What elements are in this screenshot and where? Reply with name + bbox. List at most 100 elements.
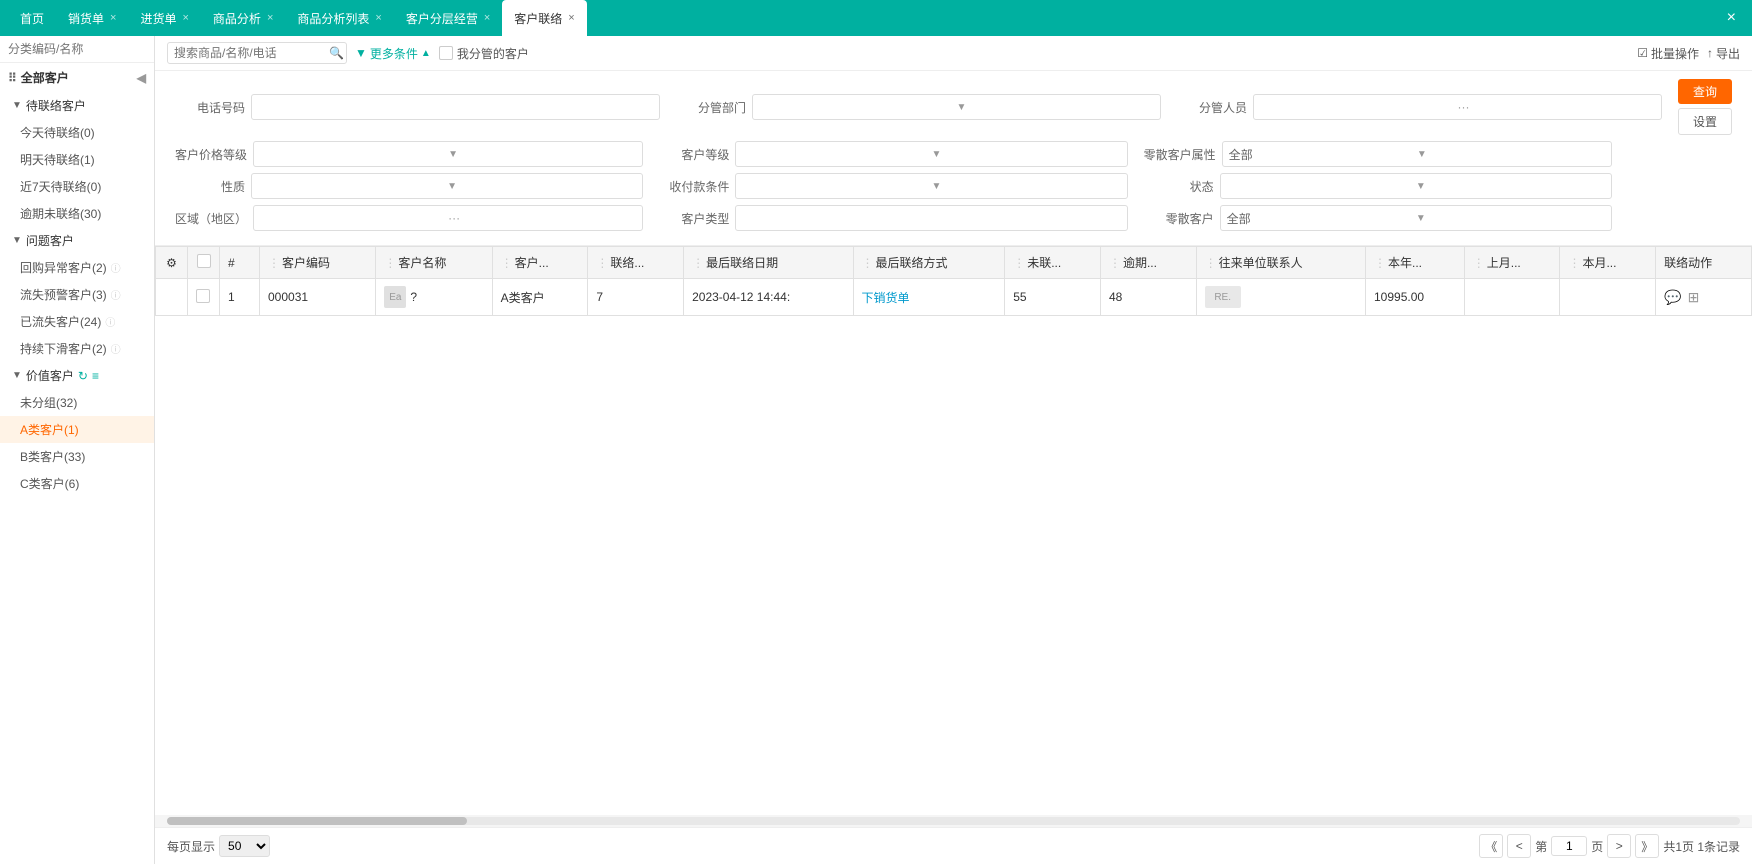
status-select[interactable]: ▼	[1220, 173, 1612, 199]
prev-page-button[interactable]: <	[1507, 834, 1531, 858]
sidebar-search-input[interactable]	[8, 42, 155, 56]
my-customers-checkbox[interactable]: 我分管的客户	[439, 45, 529, 62]
table-header-row: ⚙ # ⋮客户编码 ⋮客户名称 ⋮客户... ⋮联络... ⋮最后联络日期 ⋮最…	[156, 247, 1752, 279]
sidebar-item-churned[interactable]: 已流失客户(24) ⓘ	[0, 308, 154, 335]
close-purchase-order[interactable]: ×	[182, 12, 188, 24]
check-all-checkbox[interactable]	[197, 254, 211, 268]
all-customers-header[interactable]: ⠿ 全部客户 ◀	[0, 63, 154, 92]
close-customer-contact[interactable]: ×	[568, 12, 574, 24]
window-close-button[interactable]: ×	[1719, 9, 1744, 27]
next-page-button[interactable]: >	[1607, 834, 1631, 858]
query-button[interactable]: 查询	[1678, 79, 1732, 104]
col-settings[interactable]: ⚙	[156, 247, 188, 279]
person-dots-icon: ···	[1458, 100, 1656, 114]
page-number-input[interactable]	[1551, 836, 1587, 856]
row-current-month-cell	[1560, 279, 1656, 316]
my-customers-checkbox-box[interactable]	[439, 46, 453, 60]
batch-operations-button[interactable]: ☑ 批量操作	[1637, 45, 1699, 62]
nav-product-analysis-list[interactable]: 商品分析列表 ×	[285, 0, 393, 36]
col-current-month[interactable]: ⋮本月...	[1560, 247, 1656, 279]
value-group: ▼ 价值客户 ↻ ≡ 未分组(32) A类客户(1) B类客户(33) C类客户…	[0, 362, 154, 497]
row-checkbox[interactable]	[196, 289, 210, 303]
nav-home[interactable]: 首页	[8, 0, 56, 36]
nav-customer-contact[interactable]: 客户联络 ×	[502, 0, 586, 36]
col-last-contact-date[interactable]: ⋮最后联络日期	[684, 247, 853, 279]
sidebar-item-declining[interactable]: 持续下滑客户(2) ⓘ	[0, 335, 154, 362]
filter-row-4: 区域（地区） ··· 客户类型 零散客户 全部 ▼	[167, 205, 1740, 231]
toolbar-search-container: 🔍	[167, 42, 347, 64]
filter-retail-customer: 零散客户 全部 ▼	[1136, 205, 1620, 231]
scrollbar-thumb[interactable]	[167, 817, 467, 825]
sidebar-item-tomorrow-pending[interactable]: 明天待联络(1)	[0, 146, 154, 173]
message-icon[interactable]: 💬	[1664, 289, 1681, 306]
col-last-contact-method[interactable]: ⋮最后联络方式	[853, 247, 1005, 279]
close-product-analysis[interactable]: ×	[267, 12, 273, 24]
info-icon-churn-warning: ⓘ	[111, 287, 121, 302]
col-unit-contact[interactable]: ⋮往来单位联系人	[1196, 247, 1365, 279]
sidebar-item-b-class[interactable]: B类客户(33)	[0, 443, 154, 470]
problem-group-label[interactable]: ▼ 问题客户	[0, 227, 154, 254]
sidebar-item-today-pending[interactable]: 今天待联络(0)	[0, 119, 154, 146]
value-settings-icon[interactable]: ≡	[92, 369, 99, 383]
value-refresh-icon[interactable]: ↻	[78, 369, 88, 383]
col-current-year[interactable]: ⋮本年...	[1366, 247, 1465, 279]
per-page-label: 每页显示	[167, 838, 215, 855]
nav-purchase-order[interactable]: 进货单 ×	[128, 0, 200, 36]
customer-type-select[interactable]	[735, 205, 1127, 231]
row-last-method-cell[interactable]: 下销货单	[853, 279, 1005, 316]
col-code[interactable]: ⋮客户编码	[260, 247, 376, 279]
sidebar-item-overdue-contact[interactable]: 逾期未联络(30)	[0, 200, 154, 227]
toolbar-right: ☑ 批量操作 ↑ 导出	[1637, 45, 1740, 62]
row-check-cell[interactable]	[188, 279, 220, 316]
pending-group-label[interactable]: ▼ 待联络客户	[0, 92, 154, 119]
settings-button[interactable]: 设置	[1678, 108, 1732, 135]
customer-level-select[interactable]: ▼	[735, 141, 1127, 167]
last-page-button[interactable]: 》	[1635, 834, 1659, 858]
close-sales-order[interactable]: ×	[110, 12, 116, 24]
nav-sales-order[interactable]: 销货单 ×	[56, 0, 128, 36]
value-group-label[interactable]: ▼ 价值客户 ↻ ≡	[0, 362, 154, 389]
retail-attr-select[interactable]: 全部 ▼	[1222, 141, 1612, 167]
last-method-link[interactable]: 下销货单	[862, 291, 910, 305]
toolbar-search-icon[interactable]: 🔍	[329, 46, 344, 60]
sidebar-item-repurchase-abnormal[interactable]: 回购异常客户(2) ⓘ	[0, 254, 154, 281]
close-customer-segmentation[interactable]: ×	[484, 12, 490, 24]
price-level-select[interactable]: ▼	[253, 141, 643, 167]
sidebar-item-7day-pending[interactable]: 近7天待联络(0)	[0, 173, 154, 200]
filter-customer-level: 客户等级 ▼	[651, 141, 1135, 167]
col-contact-count[interactable]: ⋮联络...	[588, 247, 684, 279]
sidebar-item-a-class[interactable]: A类客户(1)	[0, 416, 154, 443]
close-product-analysis-list[interactable]: ×	[375, 12, 381, 24]
col-last-month[interactable]: ⋮上月...	[1464, 247, 1560, 279]
col-check-all[interactable]	[188, 247, 220, 279]
col-name[interactable]: ⋮客户名称	[376, 247, 492, 279]
export-button[interactable]: ↑ 导出	[1707, 45, 1740, 62]
nature-select[interactable]: ▼	[251, 173, 643, 199]
value-triangle: ▼	[12, 370, 22, 381]
sidebar-item-ungrouped[interactable]: 未分组(32)	[0, 389, 154, 416]
person-select[interactable]: ···	[1253, 94, 1662, 120]
customer-name-container: Ea ?	[384, 286, 483, 308]
col-customer-type[interactable]: ⋮客户...	[492, 247, 588, 279]
phone-input[interactable]	[251, 94, 660, 120]
pending-group: ▼ 待联络客户 今天待联络(0) 明天待联络(1) 近7天待联络(0) 逾期未联…	[0, 92, 154, 227]
retail-customer-select[interactable]: 全部 ▼	[1220, 205, 1612, 231]
sidebar-collapse-btn[interactable]: ◀	[137, 71, 146, 85]
first-page-button[interactable]: 《	[1479, 834, 1503, 858]
nav-customer-segmentation[interactable]: 客户分层经营 ×	[394, 0, 502, 36]
nav-product-analysis[interactable]: 商品分析 ×	[201, 0, 285, 36]
payment-select[interactable]: ▼	[735, 173, 1127, 199]
toolbar-search-input[interactable]	[174, 46, 329, 60]
qr-icon[interactable]: ⊞	[1688, 289, 1700, 306]
col-unreached[interactable]: ⋮未联...	[1005, 247, 1101, 279]
filter-phone: 电话号码	[167, 94, 668, 120]
sidebar-item-c-class[interactable]: C类客户(6)	[0, 470, 154, 497]
dept-select[interactable]: ▼	[752, 94, 1161, 120]
per-page-select[interactable]: 50 100 200	[219, 835, 270, 857]
horizontal-scrollbar[interactable]	[155, 815, 1752, 827]
more-filters-button[interactable]: ▼ 更多条件 ▲	[355, 45, 431, 62]
sidebar-item-churn-warning[interactable]: 流失预警客户(3) ⓘ	[0, 281, 154, 308]
row-contact-count-cell: 7	[588, 279, 684, 316]
region-select[interactable]: ···	[253, 205, 643, 231]
col-overdue[interactable]: ⋮逾期...	[1100, 247, 1196, 279]
